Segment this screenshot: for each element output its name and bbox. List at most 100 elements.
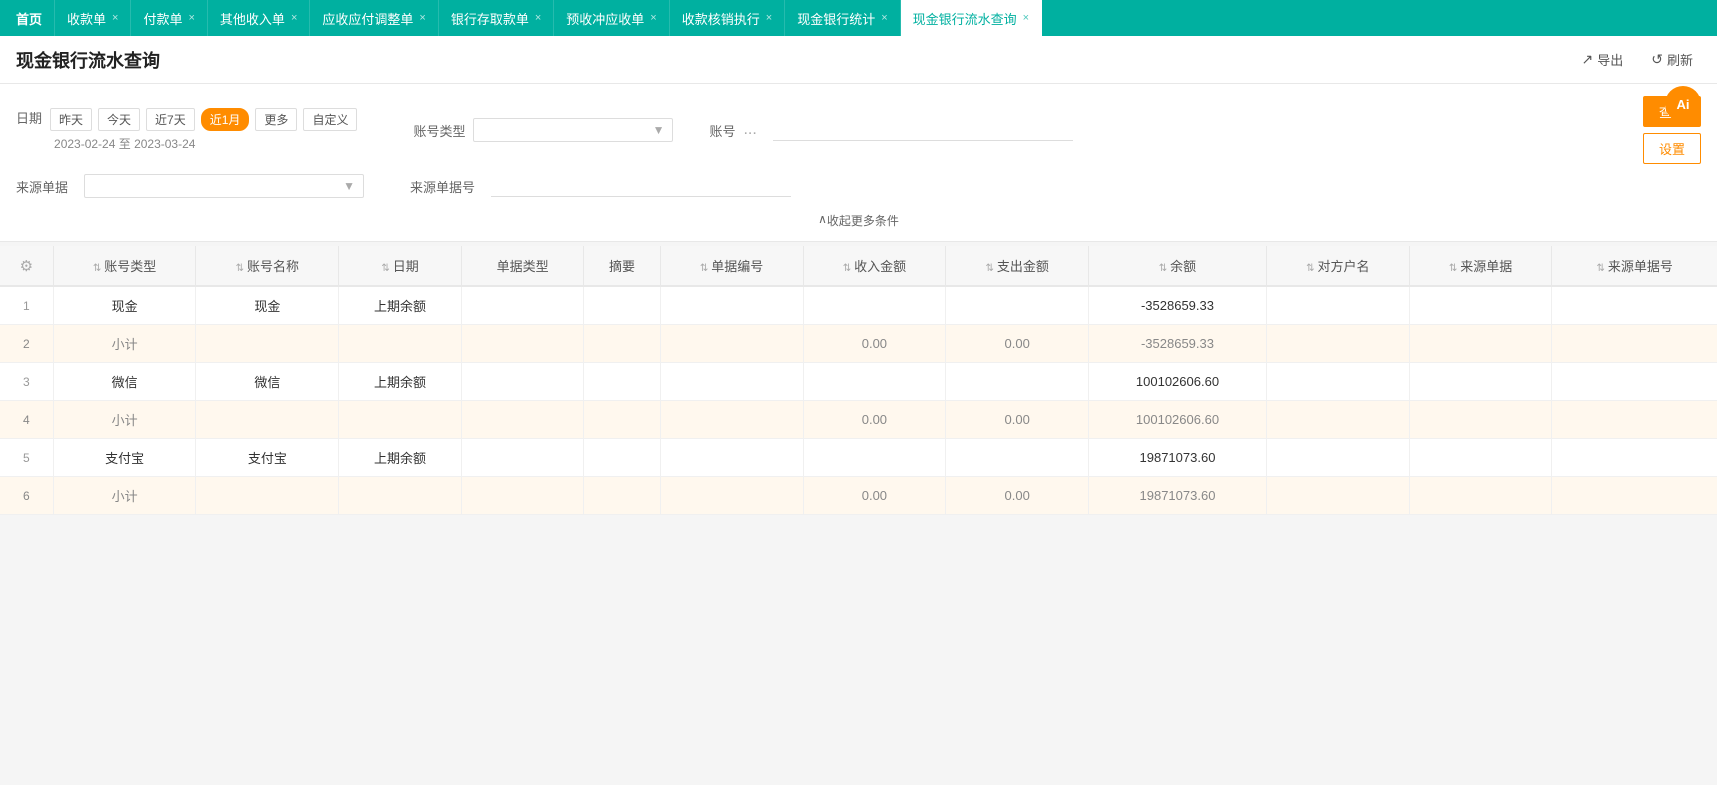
collapse-bar[interactable]: ∧ 收起更多条件 [16, 208, 1701, 233]
nav-tab-bank-flow[interactable]: 现金银行流水查询 × [901, 0, 1042, 36]
col-balance[interactable]: 余额 [1089, 246, 1267, 286]
export-icon: ↗ [1582, 51, 1594, 68]
col-date[interactable]: 日期 [339, 246, 462, 286]
date-btn-7days[interactable]: 近7天 [146, 108, 195, 131]
close-icon[interactable]: × [188, 12, 194, 24]
close-icon[interactable]: × [650, 12, 656, 24]
table-cell [1266, 439, 1409, 477]
col-source-doc[interactable]: 来源单据 [1409, 246, 1552, 286]
refresh-icon: ↺ [1651, 51, 1663, 68]
account-type-select[interactable]: ▼ [473, 118, 673, 142]
table-cell: 0.00 [803, 325, 946, 363]
col-gear[interactable]: ⚙ [0, 246, 53, 286]
close-icon[interactable]: × [419, 12, 425, 24]
source-doc-no-input[interactable] [491, 175, 791, 197]
table-header-row: ⚙ 账号类型 账号名称 日期 单据类型 摘要 单据编号 收入金额 支出金额 余额… [0, 246, 1717, 286]
table-cell: 现金 [196, 286, 339, 325]
table-cell: 100102606.60 [1089, 363, 1267, 401]
table-cell: 支付宝 [53, 439, 196, 477]
table-body: 1现金现金上期余额-3528659.332小计0.000.00-3528659.… [0, 286, 1717, 515]
table-cell [1266, 286, 1409, 325]
nav-tab-bank-stats[interactable]: 现金银行统计 × [785, 0, 900, 36]
table-cell [461, 477, 584, 515]
nav-tab-bank-deposit[interactable]: 银行存取款单 × [439, 0, 554, 36]
table-cell [1552, 477, 1717, 515]
account-dots-button[interactable]: ... [743, 121, 756, 139]
col-account-name[interactable]: 账号名称 [196, 246, 339, 286]
filter-area: 日期 昨天 今天 近7天 近1月 更多 自定义 2023-02-24 至 202… [0, 84, 1717, 242]
table-cell [339, 477, 462, 515]
date-btn-1month[interactable]: 近1月 [201, 108, 250, 131]
date-btn-more[interactable]: 更多 [255, 108, 297, 131]
table-row: 5支付宝支付宝上期余额19871073.60 [0, 439, 1717, 477]
col-doc-type: 单据类型 [461, 246, 584, 286]
refresh-button[interactable]: ↺ 刷新 [1643, 46, 1701, 73]
account-label: 账号 [709, 121, 735, 140]
nav-tab-receipts[interactable]: 收款单 × [55, 0, 131, 36]
table-cell [946, 439, 1089, 477]
table-cell [196, 325, 339, 363]
nav-tab-receipt-exec[interactable]: 收款核销执行 × [670, 0, 785, 36]
col-counterparty[interactable]: 对方户名 [1266, 246, 1409, 286]
source-doc-label: 来源单据 [16, 177, 68, 196]
table-cell [584, 401, 660, 439]
export-button[interactable]: ↗ 导出 [1574, 46, 1632, 73]
table-cell: 小计 [53, 325, 196, 363]
settings-button[interactable]: 设置 [1643, 133, 1701, 164]
close-icon[interactable]: × [881, 12, 887, 24]
close-icon[interactable]: × [766, 12, 772, 24]
col-income[interactable]: 收入金额 [803, 246, 946, 286]
close-icon[interactable]: × [112, 12, 118, 24]
nav-tab-advance[interactable]: 预收冲应收单 × [554, 0, 669, 36]
table-cell [1409, 325, 1552, 363]
close-icon[interactable]: × [1023, 12, 1029, 24]
table-cell [660, 477, 803, 515]
table-cell [196, 477, 339, 515]
table-cell: 4 [0, 401, 53, 439]
table-cell [584, 325, 660, 363]
table-row: 2小计0.000.00-3528659.33 [0, 325, 1717, 363]
table-cell: 19871073.60 [1089, 439, 1267, 477]
table-cell: 3 [0, 363, 53, 401]
table-cell: 支付宝 [196, 439, 339, 477]
table-cell [339, 325, 462, 363]
date-btn-today[interactable]: 今天 [98, 108, 140, 131]
table-cell [461, 286, 584, 325]
col-source-doc-no[interactable]: 来源单据号 [1552, 246, 1717, 286]
table-cell: 0.00 [946, 325, 1089, 363]
table-cell [660, 401, 803, 439]
account-input[interactable] [773, 119, 1073, 141]
table-cell [1552, 363, 1717, 401]
table-cell [1409, 439, 1552, 477]
ai-badge[interactable]: Ai [1665, 86, 1701, 122]
col-expense[interactable]: 支出金额 [946, 246, 1089, 286]
table-cell: 0.00 [803, 401, 946, 439]
nav-tab-adjustment[interactable]: 应收应付调整单 × [310, 0, 438, 36]
table-cell [1552, 286, 1717, 325]
table-container: ⚙ 账号类型 账号名称 日期 单据类型 摘要 单据编号 收入金额 支出金额 余额… [0, 246, 1717, 515]
date-btn-yesterday[interactable]: 昨天 [50, 108, 92, 131]
col-account-type[interactable]: 账号类型 [53, 246, 196, 286]
filter-row-source: 来源单据 ▼ 来源单据号 [16, 174, 1701, 198]
table-cell [803, 439, 946, 477]
table-cell [196, 401, 339, 439]
source-doc-select[interactable]: ▼ [84, 174, 364, 198]
table-cell: 上期余额 [339, 439, 462, 477]
table-cell: 小计 [53, 401, 196, 439]
close-icon[interactable]: × [291, 12, 297, 24]
nav-tab-home[interactable]: 首页 [4, 0, 55, 36]
gear-icon[interactable]: ⚙ [20, 258, 33, 275]
nav-tab-other-income[interactable]: 其他收入单 × [208, 0, 310, 36]
table-cell: 微信 [53, 363, 196, 401]
account-type-label: 账号类型 [413, 121, 465, 140]
table-cell [1266, 325, 1409, 363]
table-cell [1266, 363, 1409, 401]
collapse-up-icon: ∧ [818, 212, 827, 229]
date-btn-custom[interactable]: 自定义 [303, 108, 357, 131]
table-row: 1现金现金上期余额-3528659.33 [0, 286, 1717, 325]
table-cell [660, 439, 803, 477]
col-doc-no[interactable]: 单据编号 [660, 246, 803, 286]
close-icon[interactable]: × [535, 12, 541, 24]
nav-tab-payments[interactable]: 付款单 × [131, 0, 207, 36]
table-cell [1409, 363, 1552, 401]
